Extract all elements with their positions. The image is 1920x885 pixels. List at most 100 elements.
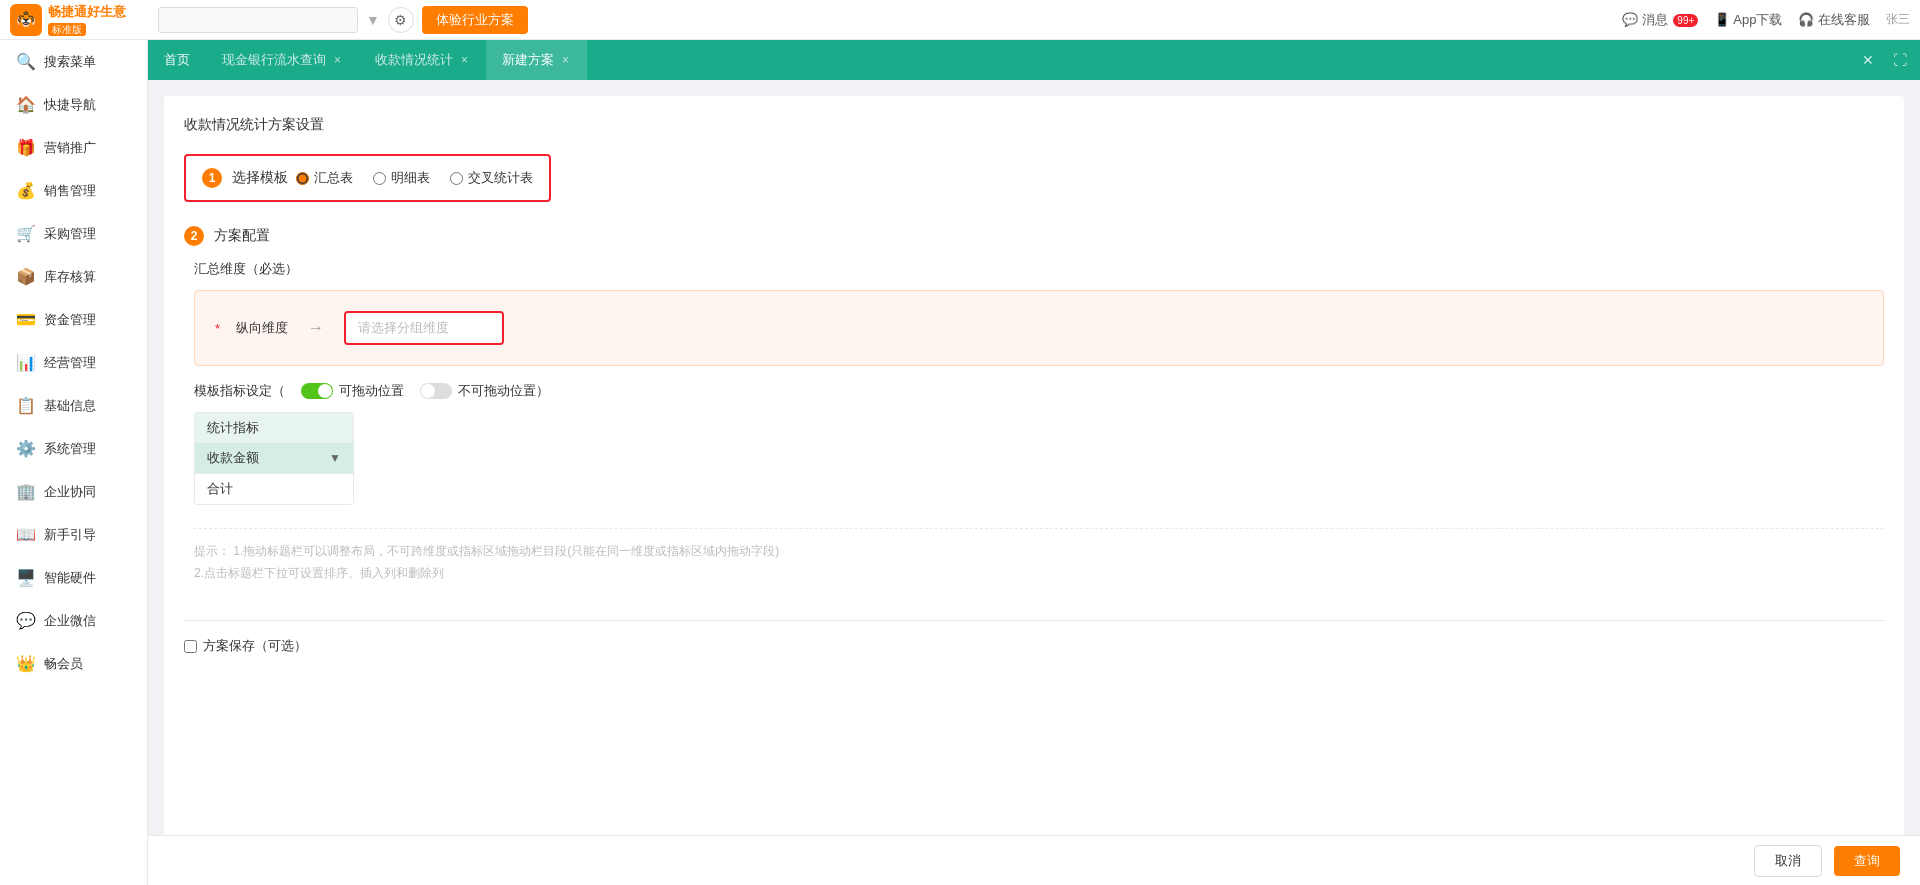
step1-label: 选择模板 — [232, 169, 288, 187]
draggable-switch[interactable] — [301, 383, 333, 399]
crown-icon: 👑 — [16, 654, 36, 673]
main-content: 收款情况统计方案设置 1 选择模板 汇总表 明细表 — [148, 80, 1920, 885]
breadcrumb-input[interactable] — [158, 7, 358, 33]
step1-section: 1 选择模板 汇总表 明细表 交叉统计表 — [184, 154, 1884, 202]
sidebar-item-basic-info[interactable]: 📋 基础信息 — [0, 384, 147, 427]
vertical-dim-label: 纵向维度 — [236, 319, 288, 337]
radio-detail[interactable]: 明细表 — [373, 169, 430, 187]
step1-box: 1 选择模板 汇总表 明细表 交叉统计表 — [184, 154, 551, 202]
building-icon: 🏢 — [16, 482, 36, 501]
logo-text: 畅捷通好生意 标准版 — [48, 3, 126, 37]
radio-summary[interactable]: 汇总表 — [296, 169, 353, 187]
sidebar-item-operations[interactable]: 📊 经营管理 — [0, 341, 147, 384]
notification[interactable]: 💬 消息 99+ — [1622, 11, 1698, 29]
sidebar-item-finance[interactable]: 💳 资金管理 — [0, 298, 147, 341]
money-icon: 💰 — [16, 181, 36, 200]
notification-badge: 99+ — [1673, 14, 1698, 27]
indicator-group-header[interactable]: 统计指标 — [195, 413, 353, 443]
non-draggable-toggle[interactable]: 不可拖动位置） — [420, 382, 549, 400]
tab-close-bank-flow[interactable]: × — [332, 51, 343, 69]
indicator-table: 统计指标 收款金额 ▼ 合计 — [194, 412, 354, 505]
tab-close-new-plan[interactable]: × — [560, 51, 571, 69]
settings-icon[interactable]: ⚙ — [388, 7, 414, 33]
industry-btn[interactable]: 体验行业方案 — [422, 6, 528, 34]
toggle-knob — [318, 384, 332, 398]
page-panel: 收款情况统计方案设置 1 选择模板 汇总表 明细表 — [164, 96, 1904, 861]
tab-close-receipt-stats[interactable]: × — [459, 51, 470, 69]
cart-icon: 🛒 — [16, 224, 36, 243]
toggle-knob2 — [421, 384, 435, 398]
dropdown-chevron[interactable]: ▼ — [329, 451, 341, 465]
tab-controls: ✕ ⛶ — [1856, 40, 1920, 80]
monitor-icon: 🖥️ — [16, 568, 36, 587]
sidebar: 🔍 搜索菜单 🏠 快捷导航 🎁 营销推广 💰 销售管理 🛒 采购管理 📦 库存核… — [0, 40, 148, 885]
top-bar: 🐯 畅捷通好生意 标准版 ▼ ⚙ 体验行业方案 💬 消息 99+ 📱 App下载… — [0, 0, 1920, 40]
username[interactable]: 张三 — [1886, 11, 1910, 28]
app-download[interactable]: 📱 App下载 — [1714, 11, 1782, 29]
indicator-toggle-row: 模板指标设定（ 可拖动位置 不可拖动位置） — [194, 382, 1884, 400]
step1-num: 1 — [202, 168, 222, 188]
sidebar-item-purchase[interactable]: 🛒 采购管理 — [0, 212, 147, 255]
non-draggable-switch[interactable] — [420, 383, 452, 399]
sidebar-item-system[interactable]: ⚙️ 系统管理 — [0, 427, 147, 470]
step2-content: 汇总维度（必选） * 纵向维度 → 请选择分组维度 模板指标设定（ — [194, 260, 1884, 596]
arrow-icon: → — [308, 319, 324, 337]
book-icon: 📖 — [16, 525, 36, 544]
hint-text-1: 提示： 1.拖动标题栏可以调整布局，不可跨维度或指标区域拖动栏目段(只能在同一维… — [194, 541, 1884, 563]
tab-home[interactable]: 首页 — [148, 40, 206, 80]
sidebar-item-smart-hw[interactable]: 🖥️ 智能硬件 — [0, 556, 147, 599]
logo-area: 🐯 畅捷通好生意 标准版 — [10, 3, 158, 37]
online-service[interactable]: 🎧 在线客服 — [1798, 11, 1870, 29]
dimension-select[interactable]: 请选择分组维度 — [344, 311, 504, 345]
indicator-row-receipt[interactable]: 收款金额 ▼ — [195, 443, 353, 473]
save-checkbox-label[interactable]: 方案保存（可选） — [184, 637, 307, 655]
page-title: 收款情况统计方案设置 — [184, 116, 1884, 134]
sidebar-item-enterprise[interactable]: 🏢 企业协同 — [0, 470, 147, 513]
step2-header: 2 方案配置 — [184, 226, 1884, 246]
save-section: 方案保存（可选） — [184, 620, 1884, 655]
logo-icon: 🐯 — [10, 4, 42, 36]
sidebar-item-sales[interactable]: 💰 销售管理 — [0, 169, 147, 212]
tab-maximize[interactable]: ⛶ — [1888, 48, 1912, 72]
box-icon: 📦 — [16, 267, 36, 286]
cancel-button[interactable]: 取消 — [1754, 845, 1822, 877]
tab-close-all[interactable]: ✕ — [1856, 48, 1880, 72]
sidebar-item-marketing[interactable]: 🎁 营销推广 — [0, 126, 147, 169]
radio-cross[interactable]: 交叉统计表 — [450, 169, 533, 187]
sidebar-item-wechat[interactable]: 💬 企业微信 — [0, 599, 147, 642]
radio-summary-input[interactable] — [296, 172, 309, 185]
draggable-toggle[interactable]: 可拖动位置 — [301, 382, 404, 400]
sidebar-item-inventory[interactable]: 📦 库存核算 — [0, 255, 147, 298]
vertical-dim-row: * 纵向维度 → 请选择分组维度 — [215, 311, 1863, 345]
top-center: ▼ ⚙ 体验行业方案 — [158, 6, 1622, 34]
dropdown-icon[interactable]: ▼ — [366, 12, 380, 28]
sidebar-item-guide[interactable]: 📖 新手引导 — [0, 513, 147, 556]
dimension-title: 汇总维度（必选） — [194, 260, 1884, 278]
step2-section: 2 方案配置 汇总维度（必选） * 纵向维度 → 请选择分组维度 — [184, 226, 1884, 596]
hint-section: 提示： 1.拖动标题栏可以调整布局，不可跨维度或指标区域拖动栏目段(只能在同一维… — [194, 528, 1884, 596]
query-button[interactable]: 查询 — [1834, 846, 1900, 876]
step2-label: 方案配置 — [214, 227, 270, 245]
hint-text-2: 2.点击标题栏下拉可设置排序、插入列和删除列 — [194, 563, 1884, 585]
radio-detail-input[interactable] — [373, 172, 386, 185]
step2-num: 2 — [184, 226, 204, 246]
chart-icon: 📊 — [16, 353, 36, 372]
radio-cross-input[interactable] — [450, 172, 463, 185]
sidebar-item-member[interactable]: 👑 畅会员 — [0, 642, 147, 685]
dimension-area: * 纵向维度 → 请选择分组维度 — [194, 290, 1884, 366]
sidebar-item-quick-nav[interactable]: 🏠 快捷导航 — [0, 83, 147, 126]
tab-bank-flow[interactable]: 现金银行流水查询 × — [206, 40, 359, 80]
step1-header: 1 选择模板 — [202, 168, 288, 188]
top-right: 💬 消息 99+ 📱 App下载 🎧 在线客服 张三 — [1622, 11, 1910, 29]
tab-receipt-stats[interactable]: 收款情况统计 × — [359, 40, 486, 80]
gear-icon: ⚙️ — [16, 439, 36, 458]
search-icon: 🔍 — [16, 52, 36, 71]
chat-icon: 💬 — [16, 611, 36, 630]
gift-icon: 🎁 — [16, 138, 36, 157]
indicator-settings: 模板指标设定（ 可拖动位置 不可拖动位置） — [194, 382, 1884, 508]
required-star: * — [215, 321, 220, 336]
sidebar-item-search-menu[interactable]: 🔍 搜索菜单 — [0, 40, 147, 83]
tab-new-plan[interactable]: 新建方案 × — [486, 40, 587, 80]
save-checkbox[interactable] — [184, 640, 197, 653]
tab-bar: 首页 现金银行流水查询 × 收款情况统计 × 新建方案 × ✕ ⛶ — [148, 40, 1920, 80]
